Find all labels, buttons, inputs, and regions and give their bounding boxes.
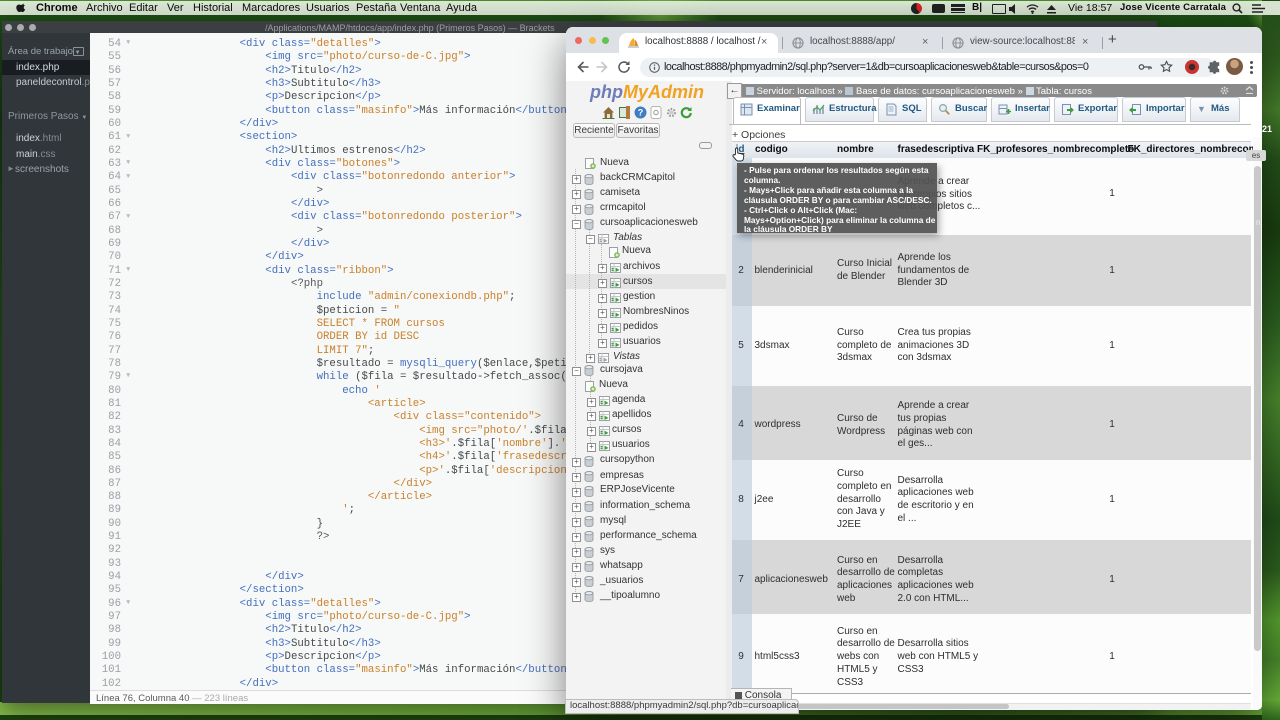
svg-text:?: ? xyxy=(638,108,644,118)
